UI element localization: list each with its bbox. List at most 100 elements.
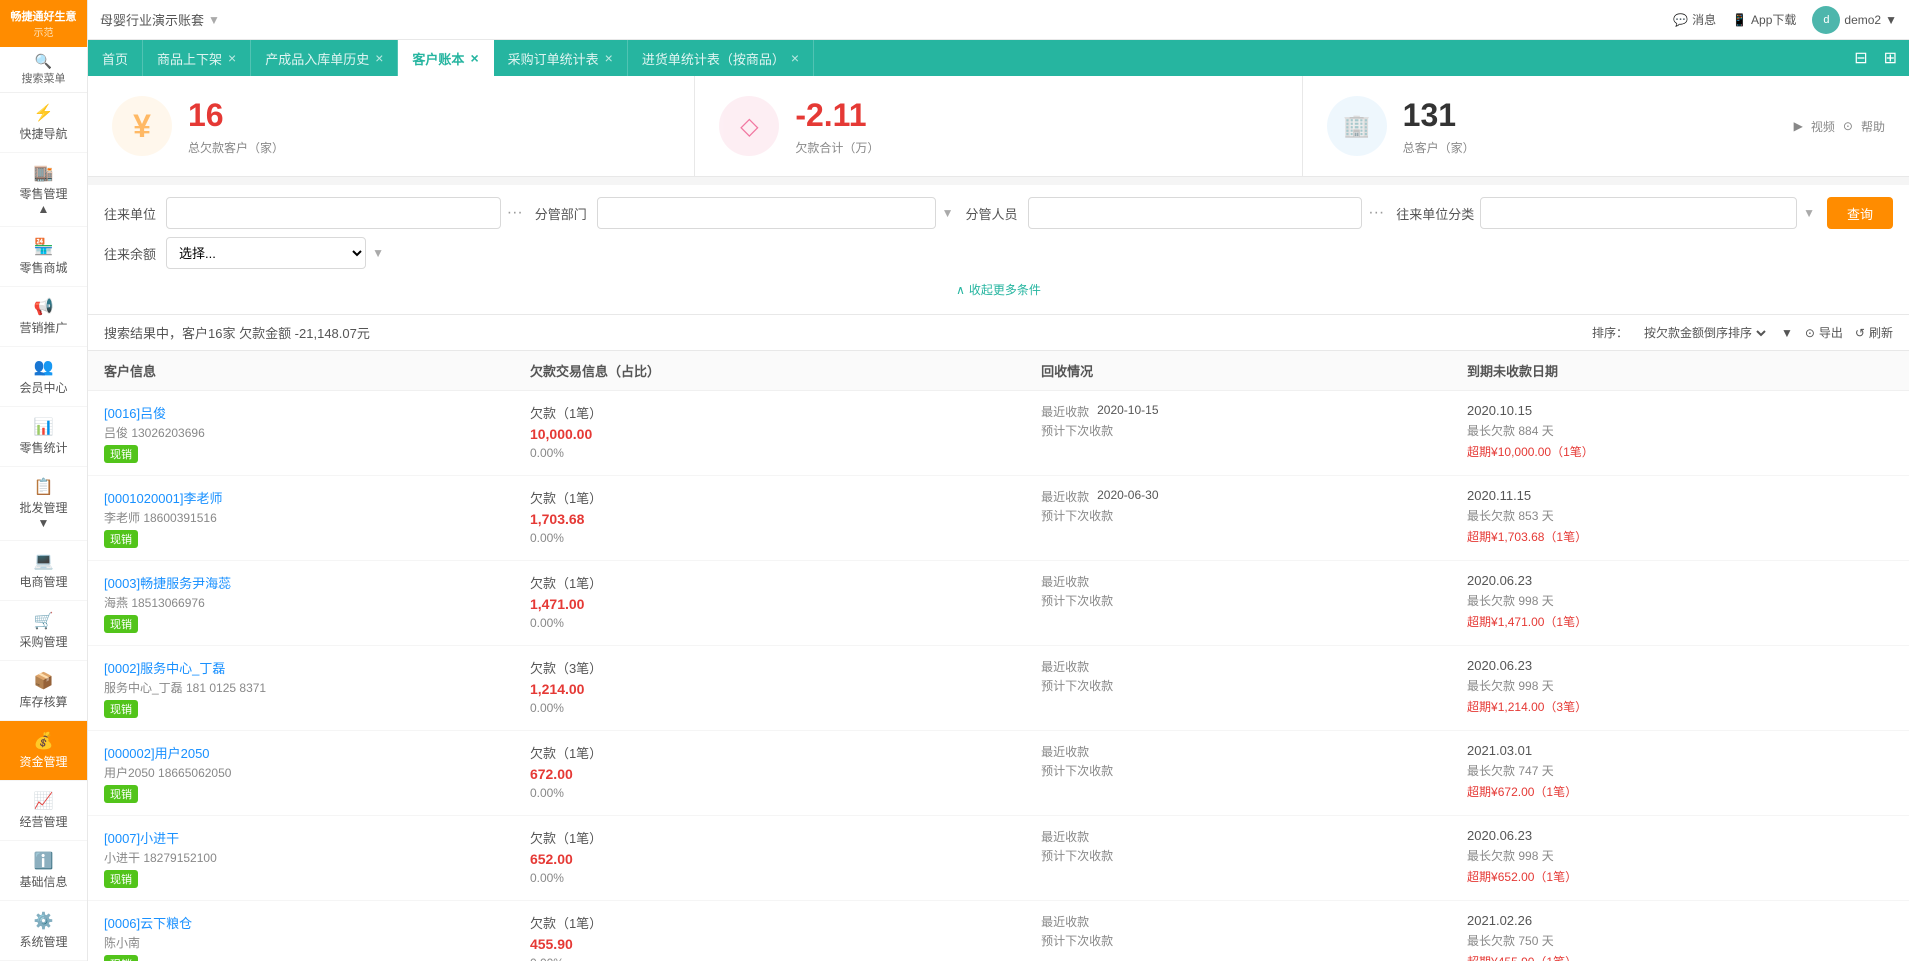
user-menu[interactable]: d demo2 ▼ [1812,6,1897,34]
balance-label: 往来余额 [104,244,160,263]
debt-amount-0[interactable]: 10,000.00 [530,426,1041,442]
sidebar-item-shortcut[interactable]: ⚡ 快捷导航 [0,93,87,153]
due-overdue-days-1: 最长欠款 853 天 [1467,507,1893,524]
tab-product-history-close[interactable]: × [375,51,383,65]
debt-amount-6[interactable]: 455.90 [530,936,1041,952]
balance-arrow-icon[interactable]: ▼ [372,246,384,260]
sort-dropdown-icon[interactable]: ▼ [1781,326,1793,340]
due-overdue-amount-1[interactable]: 超期¥1,703.68（1笔） [1467,528,1893,545]
from-unit-input[interactable] [166,197,501,229]
tab-products-off-close[interactable]: × [228,51,236,65]
due-overdue-amount-4[interactable]: 超期¥672.00（1笔） [1467,783,1893,800]
due-overdue-amount-3[interactable]: 超期¥1,214.00（3笔） [1467,698,1893,715]
sidebar-item-member[interactable]: 👥 会员中心 [0,347,87,407]
filter-area: 往来单位 ··· 分管部门 ▼ 分管人员 ··· 往来单位分类 [88,185,1909,315]
batch-mgmt-arrow: ▼ [38,516,50,530]
collapse-button[interactable]: ∧ 收起更多条件 [956,281,1041,298]
customer-tag-4: 现销 [104,785,138,803]
debt-amount-5[interactable]: 652.00 [530,851,1041,867]
sidebar-item-inventory[interactable]: 📦 库存核算 [0,661,87,721]
refresh-button[interactable]: ↺ 刷新 [1855,324,1893,341]
tab-product-history[interactable]: 产成品入库单历史 × [251,40,398,76]
customer-name-5[interactable]: [0007]小进干 [104,828,530,847]
customer-name-4[interactable]: [000002]用户2050 [104,743,530,762]
debt-percent-3: 0.00% [530,701,1041,715]
due-overdue-amount-5[interactable]: 超期¥652.00（1笔） [1467,868,1893,885]
return-recent-date-0: 2020-10-15 [1097,403,1158,420]
person-dots[interactable]: ··· [1368,204,1384,222]
due-date-3: 2020.06.23 [1467,658,1893,673]
tab-home[interactable]: 首页 [88,40,143,76]
debt-total-content: -2.11 欠款合计（万） [795,96,879,155]
sidebar-item-ecommerce[interactable]: 💻 电商管理 [0,541,87,601]
minimize-icon[interactable]: ⊟ [1850,46,1871,70]
header-debt: 欠款交易信息（占比） [530,361,1041,380]
tab-import-stats-close[interactable]: × [791,51,799,65]
return-info-4: 最近收款 预计下次收款 [1041,743,1467,781]
tab-purchase-stats[interactable]: 采购订单统计表 × [494,40,628,76]
customer-name-2[interactable]: [0003]畅捷服务尹海蕊 [104,573,530,592]
due-overdue-amount-0[interactable]: 超期¥10,000.00（1笔） [1467,443,1893,460]
username: demo2 [1844,13,1881,27]
tab-import-stats[interactable]: 进货单统计表（按商品） × [628,40,814,76]
balance-select[interactable]: 选择... [166,237,366,269]
tabbar: 首页 商品上下架 × 产成品入库单历史 × 客户账本 × 采购订单统计表 × 进… [88,40,1909,76]
sidebar-item-purchase[interactable]: 🛒 采购管理 [0,601,87,661]
due-info-1: 2020.11.15 最长欠款 853 天 超期¥1,703.68（1笔） [1467,488,1893,545]
video-label: 视频 [1811,118,1835,135]
export-button[interactable]: ⊙ 导出 [1805,324,1843,341]
sidebar-item-basic-info[interactable]: ℹ️ 基础信息 [0,841,87,901]
inventory-label: 库存核算 [19,693,67,710]
debt-amount-1[interactable]: 1,703.68 [530,511,1041,527]
app-download-label: App下载 [1751,11,1796,28]
customer-name-1[interactable]: [0001020001]李老师 [104,488,530,507]
unit-class-input[interactable] [1480,197,1797,229]
sidebar-item-capital[interactable]: 💰 资金管理 [0,721,87,781]
customer-name-3[interactable]: [0002]服务中心_丁磊 [104,658,530,677]
customer-name-0[interactable]: [0016]吕俊 [104,403,530,422]
due-overdue-amount-2[interactable]: 超期¥1,471.00（1笔） [1467,613,1893,630]
debt-percent-1: 0.00% [530,531,1041,545]
query-button[interactable]: 查询 [1827,197,1893,229]
due-overdue-days-6: 最长欠款 750 天 [1467,932,1893,949]
due-overdue-amount-6[interactable]: 超期¥455.90（1笔） [1467,953,1893,961]
sidebar-item-marketing[interactable]: 📢 营销推广 [0,287,87,347]
debt-amount-3[interactable]: 1,214.00 [530,681,1041,697]
company-name: 母婴行业演示账套 [100,10,204,29]
from-unit-dots[interactable]: ··· [507,204,523,222]
sidebar-item-retail-stats[interactable]: 📊 零售统计 [0,407,87,467]
due-date-1: 2020.11.15 [1467,488,1893,503]
tab-purchase-stats-close[interactable]: × [605,51,613,65]
customer-name-6[interactable]: [0006]云下粮仓 [104,913,530,932]
sidebar-item-retail-mgmt[interactable]: 🏬 零售管理 ▲ [0,153,87,227]
debt-amount-2[interactable]: 1,471.00 [530,596,1041,612]
app-download-btn[interactable]: 📱 App下载 [1732,11,1796,28]
tab-products-off[interactable]: 商品上下架 × [143,40,251,76]
tab-home-label: 首页 [102,49,128,68]
system-icon: ⚙️ [34,911,54,931]
sort-select[interactable]: 按欠款金额倒序排序 [1640,325,1769,341]
sidebar-item-retail-store[interactable]: 🏪 零售商城 [0,227,87,287]
filter-balance: 往来余额 选择... ▼ [104,237,384,269]
sidebar-item-batch-mgmt[interactable]: 📋 批发管理 ▼ [0,467,87,541]
tab-customer-account[interactable]: 客户账本 × [398,40,493,76]
sidebar-logo: 畅捷通好生意 示范 [0,0,87,47]
due-date-4: 2021.03.01 [1467,743,1893,758]
filter-row-1: 往来单位 ··· 分管部门 ▼ 分管人员 ··· 往来单位分类 [104,197,1893,229]
tab-customer-account-close[interactable]: × [470,51,478,65]
dept-input[interactable] [597,197,936,229]
sidebar-item-operations[interactable]: 📈 经营管理 [0,781,87,841]
debt-info-2: 欠款（1笔） 1,471.00 0.00% [530,573,1041,630]
company-dropdown-icon[interactable]: ▼ [208,13,220,27]
dept-arrow-icon[interactable]: ▼ [942,206,954,220]
sidebar-item-system[interactable]: ⚙️ 系统管理 [0,901,87,961]
unit-class-arrow-icon[interactable]: ▼ [1803,206,1815,220]
debt-amount-4[interactable]: 672.00 [530,766,1041,782]
return-info-2: 最近收款 预计下次收款 [1041,573,1467,611]
debt-info-6: 欠款（1笔） 455.90 0.00% [530,913,1041,961]
message-btn[interactable]: 💬 消息 [1673,11,1716,28]
maximize-icon[interactable]: ⊞ [1880,46,1901,70]
inventory-icon: 📦 [34,671,54,691]
person-input[interactable] [1028,197,1363,229]
search-menu[interactable]: 🔍 搜索菜单 [0,47,87,93]
